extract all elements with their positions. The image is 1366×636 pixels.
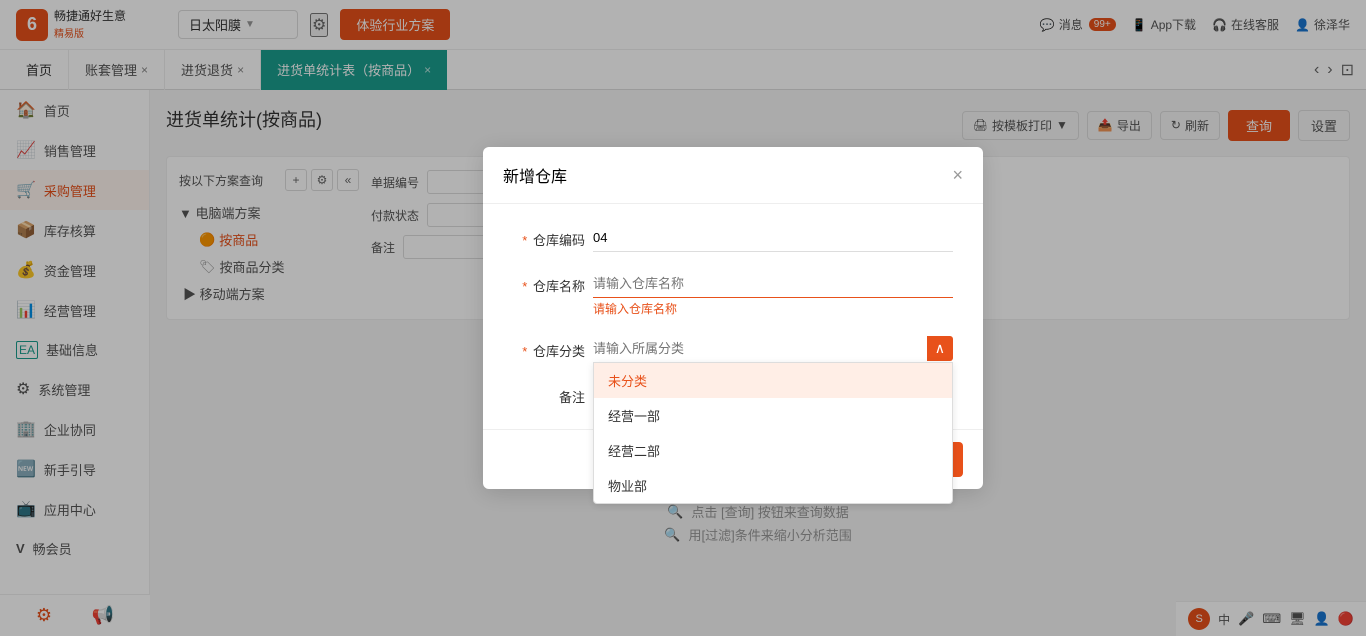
category-dropdown: 未分类 经营一部 经营二部 物业部 <box>593 362 953 504</box>
name-control-wrapper: 请输入仓库名称 <box>593 270 953 317</box>
modal-body: * 仓库编码 * 仓库名称 请输入仓库名称 * 仓库分类 ∧ <box>483 204 983 429</box>
name-field-label: * 仓库名称 <box>513 270 593 295</box>
form-row-code: * 仓库编码 <box>513 224 953 252</box>
category-toggle-button[interactable]: ∧ <box>927 336 953 361</box>
category-field-label: * 仓库分类 <box>513 335 593 360</box>
remark-field-label: 备注 <box>513 381 593 406</box>
code-field-label: * 仓库编码 <box>513 224 593 249</box>
warehouse-code-input[interactable] <box>593 224 953 252</box>
warehouse-name-input[interactable] <box>593 270 953 298</box>
category-input[interactable] <box>593 335 927 362</box>
dropdown-item-dept2[interactable]: 经营二部 <box>594 433 952 468</box>
modal-title: 新增仓库 <box>503 163 567 187</box>
category-input-wrapper: ∧ 未分类 经营一部 经营二部 物业部 <box>593 335 953 363</box>
name-error-msg: 请输入仓库名称 <box>593 300 953 317</box>
form-row-category: * 仓库分类 ∧ 未分类 经营一部 经营二部 物业部 <box>513 335 953 363</box>
dropdown-item-dept1[interactable]: 经营一部 <box>594 398 952 433</box>
dropdown-item-unclassified[interactable]: 未分类 <box>594 363 952 398</box>
modal-header: 新增仓库 × <box>483 147 983 204</box>
dropdown-item-dept3[interactable]: 物业部 <box>594 468 952 503</box>
form-row-name: * 仓库名称 请输入仓库名称 <box>513 270 953 317</box>
modal-new-warehouse: 新增仓库 × * 仓库编码 * 仓库名称 请输入仓库名称 * <box>483 147 983 489</box>
modal-close-button[interactable]: × <box>952 165 963 186</box>
